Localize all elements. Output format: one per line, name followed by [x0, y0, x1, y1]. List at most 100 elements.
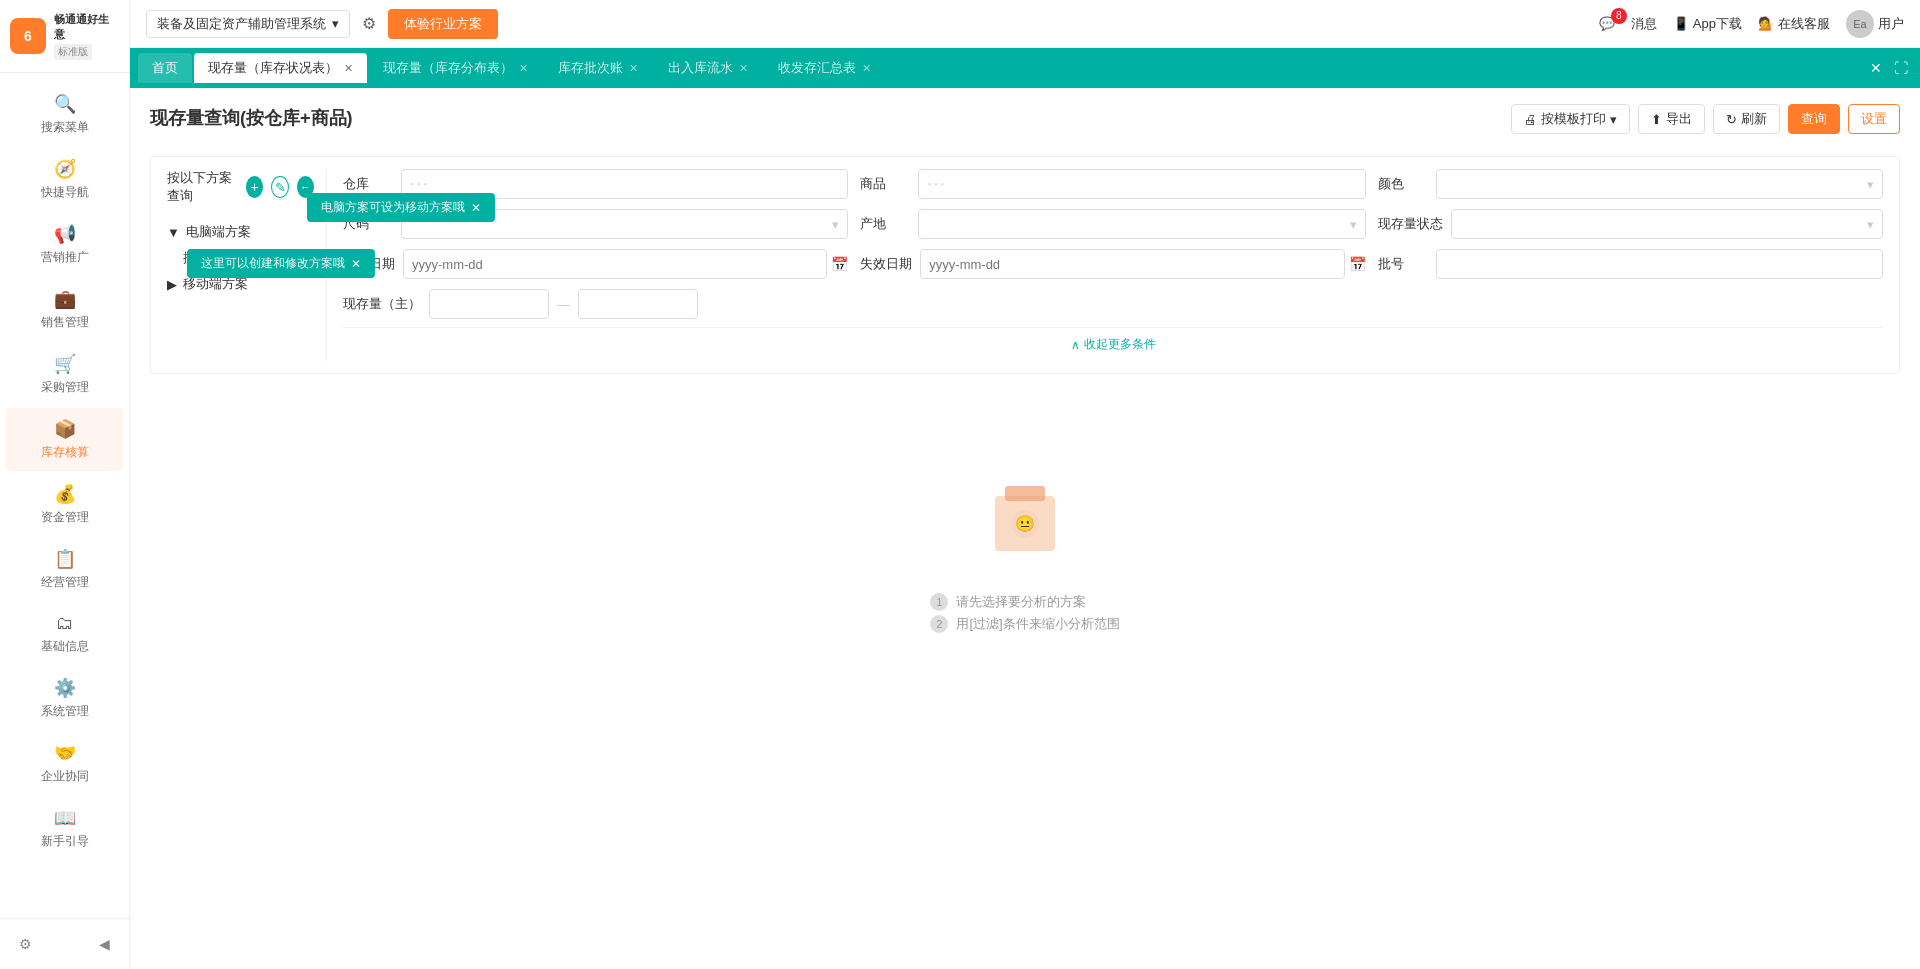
search-icon: 🔍	[54, 93, 76, 115]
svg-text:6: 6	[24, 28, 32, 44]
tab-fullscreen-icon[interactable]: ⛶	[1890, 56, 1912, 80]
chevron-down-icon: ▾	[1610, 112, 1617, 127]
tooltip-pc: 电脑方案可设为移动方案哦 ✕	[307, 193, 495, 222]
filter-color: 颜色 ▾	[1378, 169, 1883, 199]
tab-summary[interactable]: 收发存汇总表 ✕	[764, 53, 885, 83]
prod-date-input[interactable]	[403, 249, 827, 279]
sidebar-item-marketing[interactable]: 📢 营销推广	[6, 213, 123, 276]
refresh-btn[interactable]: ↻ 刷新	[1713, 104, 1780, 134]
tab-close-icon[interactable]: ✕	[862, 62, 871, 75]
goods-select[interactable]: ···	[918, 169, 1365, 199]
chevron-down-icon: ▾	[1350, 217, 1357, 232]
scheme-label: 电脑端方案	[186, 223, 251, 241]
tab-home-label: 首页	[152, 59, 178, 77]
tab-home[interactable]: 首页	[138, 53, 192, 83]
sidebar-item-inventory[interactable]: 📦 库存核算	[6, 408, 123, 471]
goods-label: 商品	[860, 175, 910, 193]
sidebar-item-purchase[interactable]: 🛒 采购管理	[6, 343, 123, 406]
system-name: 装备及固定资产辅助管理系统	[157, 15, 326, 33]
qty-min-input[interactable]	[429, 289, 549, 319]
settings-btn[interactable]: ⚙	[10, 929, 40, 959]
tab-close-icon[interactable]: ✕	[519, 62, 528, 75]
status-label: 现存量状态	[1378, 215, 1443, 233]
svg-rect-3	[1005, 486, 1045, 501]
print-btn[interactable]: 🖨 按模板打印 ▾	[1511, 104, 1630, 134]
collapse-arrow-icon: ∧	[1071, 338, 1080, 352]
sidebar-item-enterprise[interactable]: 🤝 企业协同	[6, 732, 123, 795]
trial-btn[interactable]: 体验行业方案	[388, 9, 498, 39]
phone-icon: 📱	[1673, 16, 1689, 31]
batch-input[interactable]	[1436, 249, 1883, 279]
gear-icon[interactable]: ⚙	[362, 14, 376, 33]
color-select[interactable]: ▾	[1436, 169, 1883, 199]
sidebar-item-label: 营销推广	[41, 249, 89, 266]
tab-close-icon[interactable]: ✕	[629, 62, 638, 75]
app-download-item[interactable]: 📱 App下载	[1673, 15, 1742, 33]
export-label: 导出	[1666, 110, 1692, 128]
sidebar-item-basic[interactable]: 🗂 基础信息	[6, 603, 123, 665]
origin-select[interactable]: ▾	[918, 209, 1365, 239]
chevron-down-icon: ▾	[1867, 217, 1874, 232]
scheme-item-pc[interactable]: ▼ 电脑端方案	[167, 219, 314, 245]
logo-name: 畅通通好生意	[54, 12, 119, 42]
user-item[interactable]: Ea 用户	[1846, 10, 1904, 38]
collapse-btn[interactable]: ◀	[89, 929, 119, 959]
tab-close-icon[interactable]: ✕	[344, 62, 353, 75]
page-title: 现存量查询(按仓库+商品)	[150, 106, 353, 130]
sidebar-item-label: 新手引导	[41, 833, 89, 850]
content: 现存量查询(按仓库+商品) 🖨 按模板打印 ▾ ⬆ 导出 ↻ 刷新	[130, 88, 1920, 969]
exp-date-input[interactable]	[920, 249, 1344, 279]
tab-inventory-status[interactable]: 现存量（库存状况表） ✕	[194, 53, 367, 83]
status-select[interactable]: ▾	[1451, 209, 1883, 239]
system-selector[interactable]: 装备及固定资产辅助管理系统 ▾	[146, 10, 350, 38]
export-btn[interactable]: ⬆ 导出	[1638, 104, 1705, 134]
tooltip-pc-close[interactable]: ✕	[471, 201, 481, 215]
sidebar-item-guide[interactable]: 📖 新手引导	[6, 797, 123, 860]
sidebar-item-nav[interactable]: 🧭 快捷导航	[6, 148, 123, 211]
qty-max-input[interactable]	[578, 289, 698, 319]
logo-icon: 6	[10, 18, 46, 54]
collapse-bar[interactable]: ∧ 收起更多条件	[343, 327, 1883, 361]
tab-inventory-dist[interactable]: 现存量（库存分布表） ✕	[369, 53, 542, 83]
tab-batch[interactable]: 库存批次账 ✕	[544, 53, 652, 83]
header-left: 装备及固定资产辅助管理系统 ▾ ⚙ 体验行业方案	[146, 9, 498, 39]
tab-label: 现存量（库存状况表）	[208, 59, 338, 77]
tab-label: 现存量（库存分布表）	[383, 59, 513, 77]
dots-icon: ···	[410, 175, 429, 193]
add-scheme-btn[interactable]: +	[246, 176, 263, 198]
calendar-icon[interactable]: 📅	[831, 256, 848, 272]
batch-label: 批号	[1378, 255, 1428, 273]
settings-action-btn[interactable]: 设置	[1848, 104, 1900, 134]
sidebar-item-label: 基础信息	[41, 638, 89, 655]
tooltip-pc-text: 电脑方案可设为移动方案哦	[321, 199, 465, 216]
nav-icon: 🧭	[54, 158, 76, 180]
sidebar-item-search[interactable]: 🔍 搜索菜单	[6, 83, 123, 146]
finance-icon: 💰	[54, 483, 76, 505]
tab-close-all-icon[interactable]: ✕	[1866, 56, 1886, 80]
app-label: App下载	[1693, 15, 1742, 33]
search-btn[interactable]: 查询	[1788, 104, 1840, 134]
chevron-down-icon: ▾	[332, 16, 339, 31]
sidebar-item-finance[interactable]: 💰 资金管理	[6, 473, 123, 536]
service-item[interactable]: 💁 在线客服	[1758, 15, 1830, 33]
tooltip-edit-close[interactable]: ✕	[351, 257, 361, 271]
tab-right-buttons: ✕ ⛶	[1866, 56, 1912, 80]
sidebar-item-system[interactable]: ⚙️ 系统管理	[6, 667, 123, 730]
message-item[interactable]: 💬 8 消息	[1599, 15, 1657, 33]
edit-scheme-btn[interactable]: ✎	[271, 176, 289, 198]
logo-badge: 标准版	[54, 44, 92, 60]
header-right: 💬 8 消息 📱 App下载 💁 在线客服 Ea 用户	[1599, 10, 1904, 38]
tab-close-icon[interactable]: ✕	[739, 62, 748, 75]
sidebar-item-sales[interactable]: 💼 销售管理	[6, 278, 123, 341]
sidebar-item-label: 搜索菜单	[41, 119, 89, 136]
tab-inout[interactable]: 出入库流水 ✕	[654, 53, 762, 83]
top-header: 装备及固定资产辅助管理系统 ▾ ⚙ 体验行业方案 💬 8 消息 📱 App下载 …	[130, 0, 1920, 48]
calendar-icon[interactable]: 📅	[1349, 256, 1366, 272]
sidebar-item-operations[interactable]: 📋 经营管理	[6, 538, 123, 601]
step1-num: 1	[930, 593, 948, 611]
exp-date-label: 失效日期	[860, 255, 912, 273]
filter-panel: 仓库 ··· 商品 ··· 颜色	[343, 169, 1883, 361]
export-icon: ⬆	[1651, 112, 1662, 127]
filter-row-2: 尺码 ▾ 产地 ▾ 现存量状态	[343, 209, 1883, 239]
sidebar-nav: 🔍 搜索菜单 🧭 快捷导航 📢 营销推广 💼 销售管理 🛒 采购管理 📦 库存核…	[0, 73, 129, 918]
